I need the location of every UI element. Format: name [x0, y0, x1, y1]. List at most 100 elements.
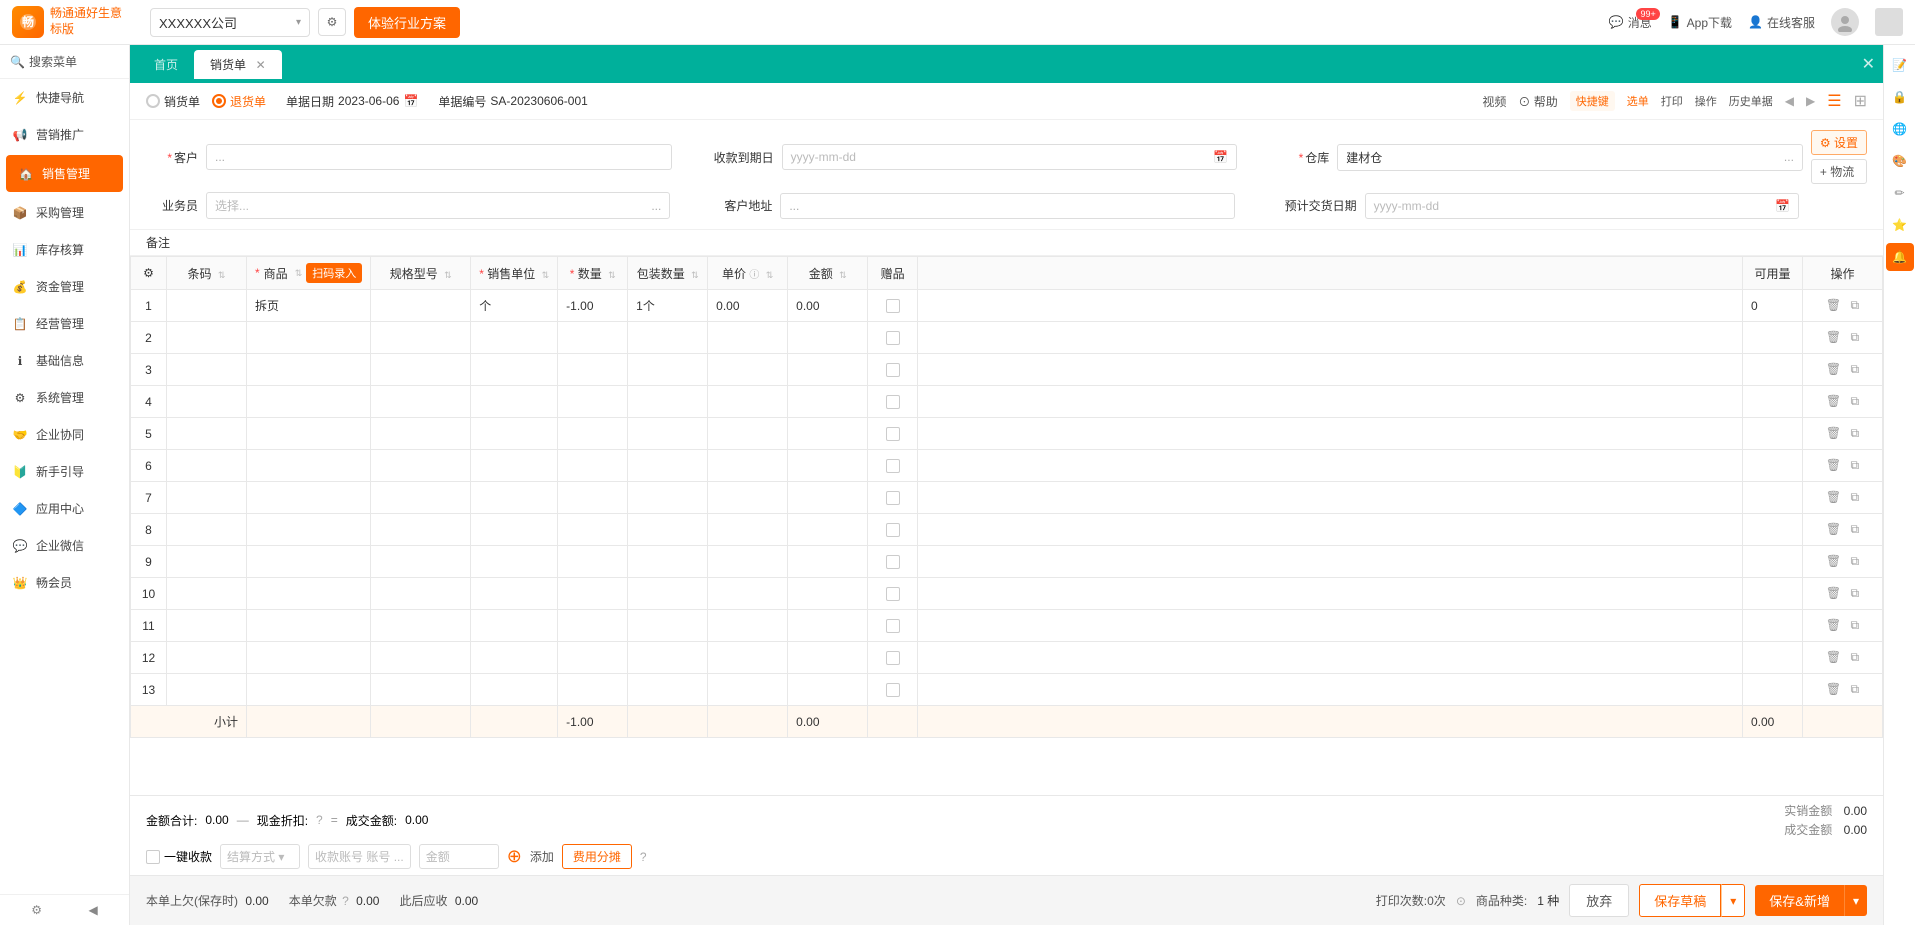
- print-link[interactable]: 打印: [1661, 93, 1683, 109]
- table-container[interactable]: ⚙ 条码 ⇅ * 商品 ⇅ 扫码录入: [130, 256, 1883, 795]
- row-barcode-6[interactable]: [167, 450, 247, 482]
- online-service-button[interactable]: 👤 在线客服: [1748, 14, 1815, 31]
- row-barcode-4[interactable]: [167, 386, 247, 418]
- row-copy-icon-12[interactable]: ⧉: [1851, 650, 1860, 664]
- row-amount-8[interactable]: [788, 514, 868, 546]
- row-amount-4[interactable]: [788, 386, 868, 418]
- row-unit-7[interactable]: [471, 482, 558, 514]
- row-price-7[interactable]: [708, 482, 788, 514]
- price-info-icon[interactable]: ⓘ: [749, 270, 759, 281]
- row-copy-icon-13[interactable]: ⧉: [1851, 682, 1860, 696]
- expected-date-input[interactable]: yyyy-mm-dd 📅: [1365, 193, 1799, 219]
- sidebar-item-finance[interactable]: 💰 资金管理: [0, 268, 129, 305]
- row-gift-6[interactable]: [868, 450, 918, 482]
- row-price-3[interactable]: [708, 354, 788, 386]
- row-amount-2[interactable]: [788, 322, 868, 354]
- row-gift-9[interactable]: [868, 546, 918, 578]
- row-qty-1[interactable]: -1.00: [558, 290, 628, 322]
- row-amount-12[interactable]: [788, 642, 868, 674]
- right-panel-star-icon[interactable]: ⭐: [1886, 211, 1914, 239]
- row-spec-13[interactable]: [371, 674, 471, 706]
- row-amount-7[interactable]: [788, 482, 868, 514]
- row-pkgqty-13[interactable]: [628, 674, 708, 706]
- row-unit-11[interactable]: [471, 610, 558, 642]
- row-unit-8[interactable]: [471, 514, 558, 546]
- row-unit-3[interactable]: [471, 354, 558, 386]
- sidebar-search[interactable]: 🔍 搜索菜单: [0, 45, 129, 79]
- gift-checkbox-10[interactable]: [886, 587, 900, 601]
- row-spec-12[interactable]: [371, 642, 471, 674]
- right-panel-globe-icon[interactable]: 🌐: [1886, 115, 1914, 143]
- row-copy-icon-10[interactable]: ⧉: [1851, 586, 1860, 600]
- right-panel-lock-icon[interactable]: 🔒: [1886, 83, 1914, 111]
- gift-checkbox-3[interactable]: [886, 363, 900, 377]
- trial-button[interactable]: 体验行业方案: [354, 7, 460, 38]
- row-barcode-1[interactable]: [167, 290, 247, 322]
- view-grid-icon[interactable]: ⊞: [1854, 91, 1867, 111]
- row-delete-icon-10[interactable]: 🗑: [1826, 586, 1841, 600]
- row-unit-2[interactable]: [471, 322, 558, 354]
- row-qty-11[interactable]: [558, 610, 628, 642]
- row-price-10[interactable]: [708, 578, 788, 610]
- row-spec-10[interactable]: [371, 578, 471, 610]
- row-price-6[interactable]: [708, 450, 788, 482]
- one-click-payment-checkbox[interactable]: 一键收款: [146, 848, 212, 865]
- row-product-6[interactable]: [247, 450, 371, 482]
- row-unit-12[interactable]: [471, 642, 558, 674]
- row-spec-7[interactable]: [371, 482, 471, 514]
- gift-checkbox-5[interactable]: [886, 427, 900, 441]
- right-panel-notes-icon[interactable]: 📝: [1886, 51, 1914, 79]
- warehouse-input[interactable]: 建材仓 ...: [1337, 144, 1803, 171]
- action-link[interactable]: 操作: [1695, 93, 1717, 109]
- row-product-7[interactable]: [247, 482, 371, 514]
- row-product-3[interactable]: [247, 354, 371, 386]
- row-qty-10[interactable]: [558, 578, 628, 610]
- row-price-1[interactable]: 0.00: [708, 290, 788, 322]
- row-unit-10[interactable]: [471, 578, 558, 610]
- sidebar-item-tutorial[interactable]: 🔰 新手引导: [0, 453, 129, 490]
- row-pkgqty-8[interactable]: [628, 514, 708, 546]
- sidebar-item-appcenter[interactable]: 🔷 应用中心: [0, 490, 129, 527]
- video-link[interactable]: 视频: [1482, 93, 1506, 110]
- sidebar-item-system[interactable]: ⚙ 系统管理: [0, 379, 129, 416]
- scan-button[interactable]: 扫码录入: [306, 263, 362, 283]
- row-barcode-2[interactable]: [167, 322, 247, 354]
- tab-home[interactable]: 首页: [138, 50, 194, 79]
- row-gift-13[interactable]: [868, 674, 918, 706]
- right-panel-edit-icon[interactable]: ✏: [1886, 179, 1914, 207]
- row-product-5[interactable]: [247, 418, 371, 450]
- row-price-4[interactable]: [708, 386, 788, 418]
- gift-checkbox-8[interactable]: [886, 523, 900, 537]
- row-delete-icon-12[interactable]: 🗑: [1826, 650, 1841, 664]
- row-copy-icon-7[interactable]: ⧉: [1851, 490, 1860, 504]
- expense-help-icon[interactable]: ?: [640, 850, 647, 864]
- row-delete-icon-9[interactable]: 🗑: [1826, 554, 1841, 568]
- row-amount-10[interactable]: [788, 578, 868, 610]
- row-copy-icon-1[interactable]: ⧉: [1851, 298, 1860, 312]
- row-pkgqty-6[interactable]: [628, 450, 708, 482]
- table-gear-icon[interactable]: ⚙: [143, 266, 154, 280]
- row-copy-icon-8[interactable]: ⧉: [1851, 522, 1860, 536]
- row-pkgqty-9[interactable]: [628, 546, 708, 578]
- add-payment-icon[interactable]: ⊕: [507, 846, 522, 867]
- row-delete-icon-6[interactable]: 🗑: [1826, 458, 1841, 472]
- row-amount-3[interactable]: [788, 354, 868, 386]
- row-product-2[interactable]: [247, 322, 371, 354]
- row-gift-7[interactable]: [868, 482, 918, 514]
- salesman-input[interactable]: 选择... ...: [206, 192, 670, 219]
- row-spec-8[interactable]: [371, 514, 471, 546]
- row-product-10[interactable]: [247, 578, 371, 610]
- calendar-icon[interactable]: 📅: [403, 94, 418, 108]
- nav-prev-icon[interactable]: ◀: [1785, 94, 1794, 108]
- row-delete-icon-3[interactable]: 🗑: [1826, 362, 1841, 376]
- row-pkgqty-10[interactable]: [628, 578, 708, 610]
- row-delete-icon-4[interactable]: 🗑: [1826, 394, 1841, 408]
- row-qty-4[interactable]: [558, 386, 628, 418]
- row-spec-11[interactable]: [371, 610, 471, 642]
- gift-checkbox-2[interactable]: [886, 331, 900, 345]
- row-gift-5[interactable]: [868, 418, 918, 450]
- row-barcode-13[interactable]: [167, 674, 247, 706]
- row-amount-1[interactable]: 0.00: [788, 290, 868, 322]
- row-price-2[interactable]: [708, 322, 788, 354]
- row-barcode-9[interactable]: [167, 546, 247, 578]
